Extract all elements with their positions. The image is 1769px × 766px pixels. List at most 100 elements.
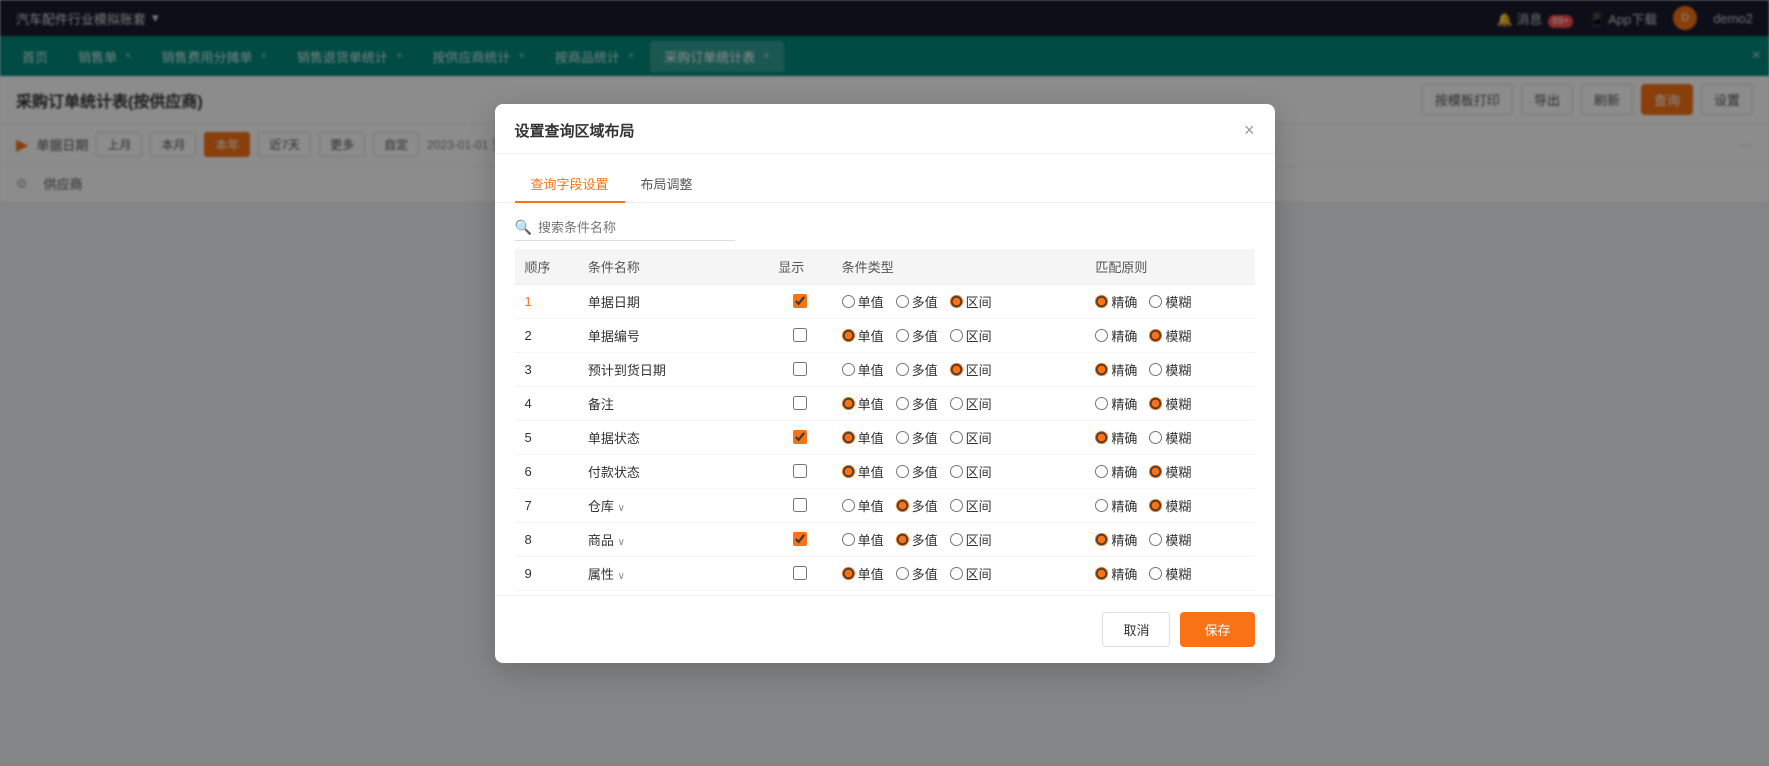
match-radio-模糊[interactable] [1149, 465, 1162, 478]
match-option-精确[interactable]: 精确 [1095, 564, 1137, 583]
type-radio-单值[interactable] [842, 499, 855, 512]
type-radio-多值[interactable] [896, 533, 909, 546]
match-option-精确[interactable]: 精确 [1095, 428, 1137, 447]
type-option-区间[interactable]: 区间 [950, 564, 992, 583]
match-radio-模糊[interactable] [1149, 397, 1162, 410]
type-option-多值[interactable]: 多值 [896, 394, 938, 413]
match-radio-精确[interactable] [1095, 295, 1108, 308]
save-btn[interactable]: 保存 [1180, 612, 1254, 647]
type-radio-单值[interactable] [842, 363, 855, 376]
match-option-模糊[interactable]: 模糊 [1149, 292, 1191, 311]
match-radio-精确[interactable] [1095, 465, 1108, 478]
match-radio-模糊[interactable] [1149, 363, 1162, 376]
type-option-区间[interactable]: 区间 [950, 360, 992, 379]
type-option-区间[interactable]: 区间 [950, 496, 992, 515]
match-radio-模糊[interactable] [1149, 431, 1162, 444]
dialog-close-btn[interactable]: × [1244, 121, 1255, 139]
type-radio-单值[interactable] [842, 431, 855, 444]
match-option-模糊[interactable]: 模糊 [1149, 564, 1191, 583]
type-radio-单值[interactable] [842, 567, 855, 580]
type-option-单值[interactable]: 单值 [842, 530, 884, 549]
type-option-单值[interactable]: 单值 [842, 292, 884, 311]
match-radio-模糊[interactable] [1149, 499, 1162, 512]
type-radio-区间[interactable] [950, 499, 963, 512]
tab-layout[interactable]: 布局调整 [625, 166, 709, 203]
type-option-单值[interactable]: 单值 [842, 428, 884, 447]
match-radio-模糊[interactable] [1149, 567, 1162, 580]
tab-query-fields[interactable]: 查询字段设置 [515, 166, 625, 203]
match-option-模糊[interactable]: 模糊 [1149, 326, 1191, 345]
type-option-区间[interactable]: 区间 [950, 428, 992, 447]
display-checkbox[interactable] [793, 532, 807, 546]
type-option-单值[interactable]: 单值 [842, 496, 884, 515]
type-radio-区间[interactable] [950, 533, 963, 546]
type-option-多值[interactable]: 多值 [896, 496, 938, 515]
type-radio-多值[interactable] [896, 329, 909, 342]
match-option-精确[interactable]: 精确 [1095, 326, 1137, 345]
match-option-模糊[interactable]: 模糊 [1149, 462, 1191, 481]
match-option-精确[interactable]: 精确 [1095, 360, 1137, 379]
type-radio-区间[interactable] [950, 397, 963, 410]
display-checkbox[interactable] [793, 294, 807, 308]
match-option-模糊[interactable]: 模糊 [1149, 530, 1191, 549]
display-checkbox[interactable] [793, 430, 807, 444]
type-radio-区间[interactable] [950, 295, 963, 308]
match-option-精确[interactable]: 精确 [1095, 292, 1137, 311]
type-option-多值[interactable]: 多值 [896, 292, 938, 311]
type-radio-单值[interactable] [842, 329, 855, 342]
match-option-模糊[interactable]: 模糊 [1149, 394, 1191, 413]
type-radio-区间[interactable] [950, 465, 963, 478]
match-radio-精确[interactable] [1095, 533, 1108, 546]
type-option-多值[interactable]: 多值 [896, 564, 938, 583]
match-option-精确[interactable]: 精确 [1095, 530, 1137, 549]
search-input[interactable] [538, 220, 718, 235]
type-option-区间[interactable]: 区间 [950, 530, 992, 549]
type-option-单值[interactable]: 单值 [842, 394, 884, 413]
type-radio-区间[interactable] [950, 363, 963, 376]
match-radio-精确[interactable] [1095, 397, 1108, 410]
display-checkbox[interactable] [793, 396, 807, 410]
cancel-btn[interactable]: 取消 [1102, 612, 1170, 647]
match-option-精确[interactable]: 精确 [1095, 462, 1137, 481]
type-radio-多值[interactable] [896, 397, 909, 410]
type-radio-多值[interactable] [896, 465, 909, 478]
type-radio-多值[interactable] [896, 499, 909, 512]
match-radio-精确[interactable] [1095, 567, 1108, 580]
type-radio-单值[interactable] [842, 465, 855, 478]
type-option-多值[interactable]: 多值 [896, 360, 938, 379]
match-option-精确[interactable]: 精确 [1095, 496, 1137, 515]
match-radio-模糊[interactable] [1149, 329, 1162, 342]
display-checkbox[interactable] [793, 464, 807, 478]
type-radio-多值[interactable] [896, 363, 909, 376]
type-option-区间[interactable]: 区间 [950, 394, 992, 413]
type-option-区间[interactable]: 区间 [950, 292, 992, 311]
match-option-精确[interactable]: 精确 [1095, 394, 1137, 413]
match-radio-模糊[interactable] [1149, 533, 1162, 546]
match-option-模糊[interactable]: 模糊 [1149, 496, 1191, 515]
type-option-单值[interactable]: 单值 [842, 360, 884, 379]
type-radio-多值[interactable] [896, 431, 909, 444]
match-radio-精确[interactable] [1095, 363, 1108, 376]
match-radio-模糊[interactable] [1149, 295, 1162, 308]
type-option-单值[interactable]: 单值 [842, 326, 884, 345]
type-radio-单值[interactable] [842, 533, 855, 546]
type-radio-区间[interactable] [950, 567, 963, 580]
type-option-区间[interactable]: 区间 [950, 326, 992, 345]
match-radio-精确[interactable] [1095, 329, 1108, 342]
display-checkbox[interactable] [793, 328, 807, 342]
type-radio-区间[interactable] [950, 431, 963, 444]
type-option-多值[interactable]: 多值 [896, 530, 938, 549]
match-option-模糊[interactable]: 模糊 [1149, 360, 1191, 379]
type-radio-区间[interactable] [950, 329, 963, 342]
type-option-单值[interactable]: 单值 [842, 462, 884, 481]
type-option-区间[interactable]: 区间 [950, 462, 992, 481]
type-option-单值[interactable]: 单值 [842, 564, 884, 583]
type-radio-单值[interactable] [842, 295, 855, 308]
type-option-多值[interactable]: 多值 [896, 428, 938, 447]
type-option-多值[interactable]: 多值 [896, 326, 938, 345]
type-radio-多值[interactable] [896, 295, 909, 308]
type-radio-单值[interactable] [842, 397, 855, 410]
display-checkbox[interactable] [793, 498, 807, 512]
match-radio-精确[interactable] [1095, 499, 1108, 512]
type-radio-多值[interactable] [896, 567, 909, 580]
